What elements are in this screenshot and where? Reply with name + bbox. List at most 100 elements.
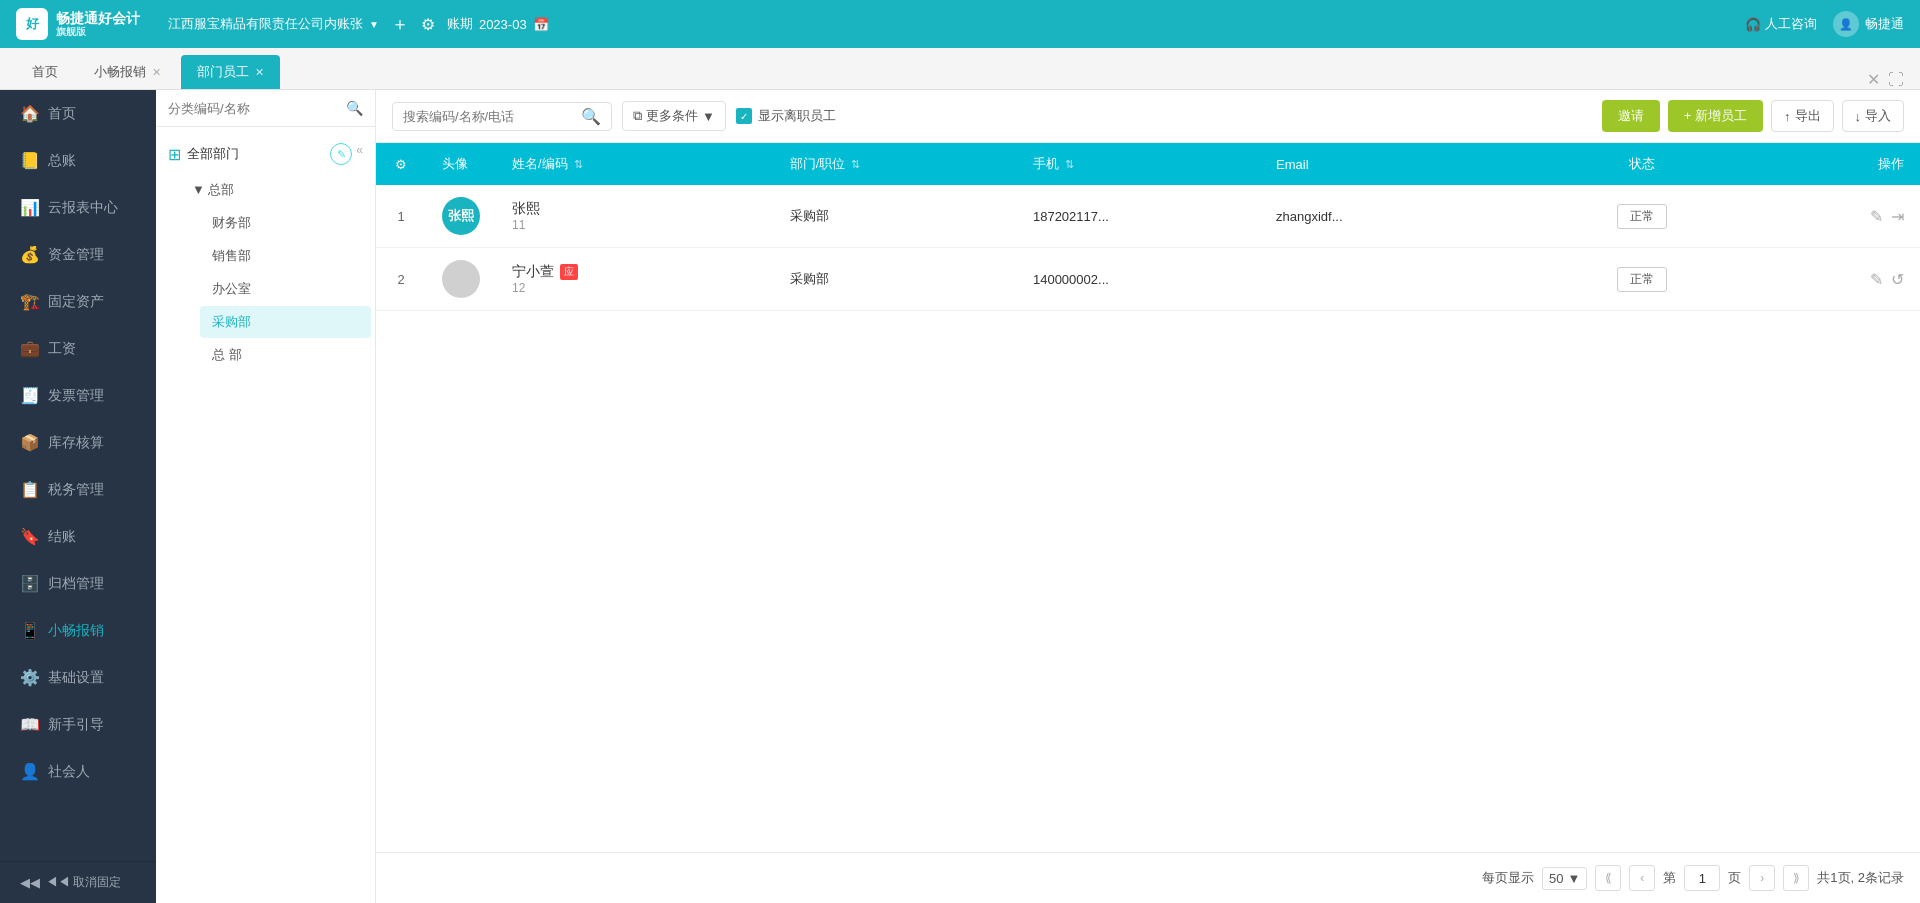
tab-department-close[interactable]: ✕ (255, 66, 264, 79)
import-button[interactable]: ↓ 导入 (1842, 100, 1905, 132)
tab-department[interactable]: 部门员工 ✕ (181, 55, 280, 89)
row1-dept-cell: 采购部 (774, 185, 1017, 248)
page-number-input[interactable] (1684, 865, 1720, 891)
show-resigned-checkbox[interactable]: ✓ (736, 108, 752, 124)
sidebar-item-guide[interactable]: 📖 新手引导 (0, 701, 156, 748)
row2-name-row: 宁小萱 应 (512, 263, 758, 281)
sidebar-item-checkout-label: 结账 (48, 528, 76, 546)
column-settings-icon[interactable]: ⚙ (395, 157, 407, 172)
sidebar-item-ledger[interactable]: 📒 总账 (0, 137, 156, 184)
sidebar-item-invoice[interactable]: 🧾 发票管理 (0, 372, 156, 419)
user-area[interactable]: 👤 畅捷通 (1833, 11, 1904, 37)
page-size-value: 50 (1549, 871, 1563, 886)
sidebar-item-expense[interactable]: 📱 小畅报销 (0, 607, 156, 654)
sidebar-item-funds[interactable]: 💰 资金管理 (0, 231, 156, 278)
employee-tbody: 1 张熙 张熙 11 (376, 185, 1920, 311)
tab-close-window-icon[interactable]: ✕ (1867, 70, 1880, 89)
page-size-select[interactable]: 50 ▼ (1542, 867, 1587, 890)
sidebar-item-settings[interactable]: ⚙️ 基础设置 (0, 654, 156, 701)
page-size-label: 每页显示 (1482, 869, 1534, 887)
show-resigned-toggle[interactable]: ✓ 显示离职员工 (736, 107, 836, 125)
salary-icon: 💼 (20, 339, 38, 358)
row1-code: 11 (512, 218, 758, 232)
tab-home[interactable]: 首页 (16, 55, 74, 89)
sidebar-item-social[interactable]: 👤 社会人 (0, 748, 156, 795)
row2-name: 宁小萱 (512, 263, 554, 281)
company-selector[interactable]: 江西服宝精品有限责任公司内账张 ▼ (168, 15, 379, 33)
last-page-button[interactable]: ⟫ (1783, 865, 1809, 891)
row1-logout-icon[interactable]: ⇥ (1891, 207, 1904, 226)
sidebar-item-ledger-label: 总账 (48, 152, 76, 170)
dept-all-header[interactable]: ⊞ 全部部门 ✎ « (156, 135, 375, 173)
row2-dept: 采购部 (790, 271, 829, 286)
dept-edit-button[interactable]: ✎ (330, 143, 352, 165)
row2-badge: 应 (560, 264, 578, 280)
sidebar-item-salary[interactable]: 💼 工资 (0, 325, 156, 372)
sidebar-item-tax[interactable]: 📋 税务管理 (0, 466, 156, 513)
dept-item-xiaoshou[interactable]: 销售部 (200, 240, 371, 272)
employee-table: ⚙ 头像 姓名/编码 ⇅ (376, 143, 1920, 852)
period-label: 账期 (447, 15, 473, 33)
dept-item-bangongshi[interactable]: 办公室 (200, 273, 371, 305)
dept-item-zongbu[interactable]: ▼ 总部 (180, 174, 371, 206)
cancel-fixed-button[interactable]: ◀◀ ◀◀ 取消固定 (0, 861, 156, 903)
dept-item-zongbu2[interactable]: 总 部 (200, 339, 371, 371)
tab-expense-close[interactable]: ✕ (152, 66, 161, 79)
export-icon: ↑ (1784, 109, 1791, 124)
invite-button[interactable]: 邀请 (1602, 100, 1660, 132)
dept-search-icon[interactable]: 🔍 (346, 100, 363, 116)
top-header: 好 畅捷通好会计 旗舰版 江西服宝精品有限责任公司内账张 ▼ ＋ ⚙ 账期 20… (0, 0, 1920, 48)
row2-dept-cell: 采购部 (774, 248, 1017, 311)
row2-edit-icon[interactable]: ✎ (1870, 270, 1883, 289)
phone-sort-icon: ⇅ (1065, 158, 1074, 171)
row2-refresh-icon[interactable]: ↺ (1891, 270, 1904, 289)
tab-maximize-icon[interactable]: ⛶ (1888, 71, 1904, 89)
th-phone[interactable]: 手机 ⇅ (1017, 143, 1260, 185)
settings-icon[interactable]: ⚙ (421, 15, 435, 34)
social-icon: 👤 (20, 762, 38, 781)
dept-collapse-icon[interactable]: « (356, 143, 363, 165)
row1-status-badge: 正常 (1617, 204, 1667, 229)
dept-item-caiwu[interactable]: 财务部 (200, 207, 371, 239)
dept-zongbu-label: 总部 (208, 182, 234, 197)
add-company-button[interactable]: ＋ (391, 12, 409, 36)
calendar-icon[interactable]: 📅 (533, 17, 549, 32)
prev-page-button[interactable]: ‹ (1629, 865, 1655, 891)
table-row: 1 张熙 张熙 11 (376, 185, 1920, 248)
import-icon: ↓ (1855, 109, 1862, 124)
th-action: 操作 (1746, 143, 1920, 185)
filter-more-button[interactable]: ⧉ 更多条件 ▼ (622, 101, 726, 131)
dept-sub-group: 财务部 销售部 办公室 采购部 总 部 (176, 207, 375, 371)
sidebar-item-assets[interactable]: 🏗️ 固定资产 (0, 278, 156, 325)
dept-group: ▼ 总部 财务部 销售部 办公室 采 (156, 174, 375, 371)
th-name[interactable]: 姓名/编码 ⇅ (496, 143, 774, 185)
row1-edit-icon[interactable]: ✎ (1870, 207, 1883, 226)
row1-name: 张熙 (512, 200, 540, 218)
sidebar-item-inventory[interactable]: 📦 库存核算 (0, 419, 156, 466)
dept-item-caigou[interactable]: 采购部 (200, 306, 371, 338)
sidebar-item-checkout[interactable]: 🔖 结账 (0, 513, 156, 560)
dept-panel: 🔍 ⊞ 全部部门 ✎ « ▼ 总部 (156, 90, 376, 903)
row1-name-code: 张熙 11 (512, 200, 758, 232)
first-page-button[interactable]: ⟪ (1595, 865, 1621, 891)
dept-caigou-label: 采购部 (212, 314, 251, 329)
sidebar-item-reports[interactable]: 📊 云报表中心 (0, 184, 156, 231)
customer-service-button[interactable]: 🎧 人工咨询 (1745, 15, 1817, 33)
th-dept[interactable]: 部门/职位 ⇅ (774, 143, 1017, 185)
tab-expense[interactable]: 小畅报销 ✕ (78, 55, 177, 89)
export-button[interactable]: ↑ 导出 (1771, 100, 1834, 132)
employee-search-input[interactable] (403, 109, 575, 124)
sidebar-item-archive[interactable]: 🗄️ 归档管理 (0, 560, 156, 607)
dept-search-area: 🔍 (156, 90, 375, 127)
toolbar-right: 邀请 + 新增员工 ↑ 导出 ↓ 导入 (1602, 100, 1904, 132)
tab-department-label: 部门员工 (197, 63, 249, 81)
dept-search-input[interactable] (168, 101, 340, 116)
dept-bangongshi-label: 办公室 (212, 281, 251, 296)
th-settings[interactable]: ⚙ (376, 143, 426, 185)
filter-label: 更多条件 (646, 107, 698, 125)
add-employee-button[interactable]: + 新增员工 (1668, 100, 1763, 132)
sidebar-item-home[interactable]: 🏠 首页 (0, 90, 156, 137)
employee-search-icon[interactable]: 🔍 (581, 107, 601, 126)
pagination-bar: 每页显示 50 ▼ ⟪ ‹ 第 页 › ⟫ 共1页, 2条记录 (376, 852, 1920, 903)
next-page-button[interactable]: › (1749, 865, 1775, 891)
